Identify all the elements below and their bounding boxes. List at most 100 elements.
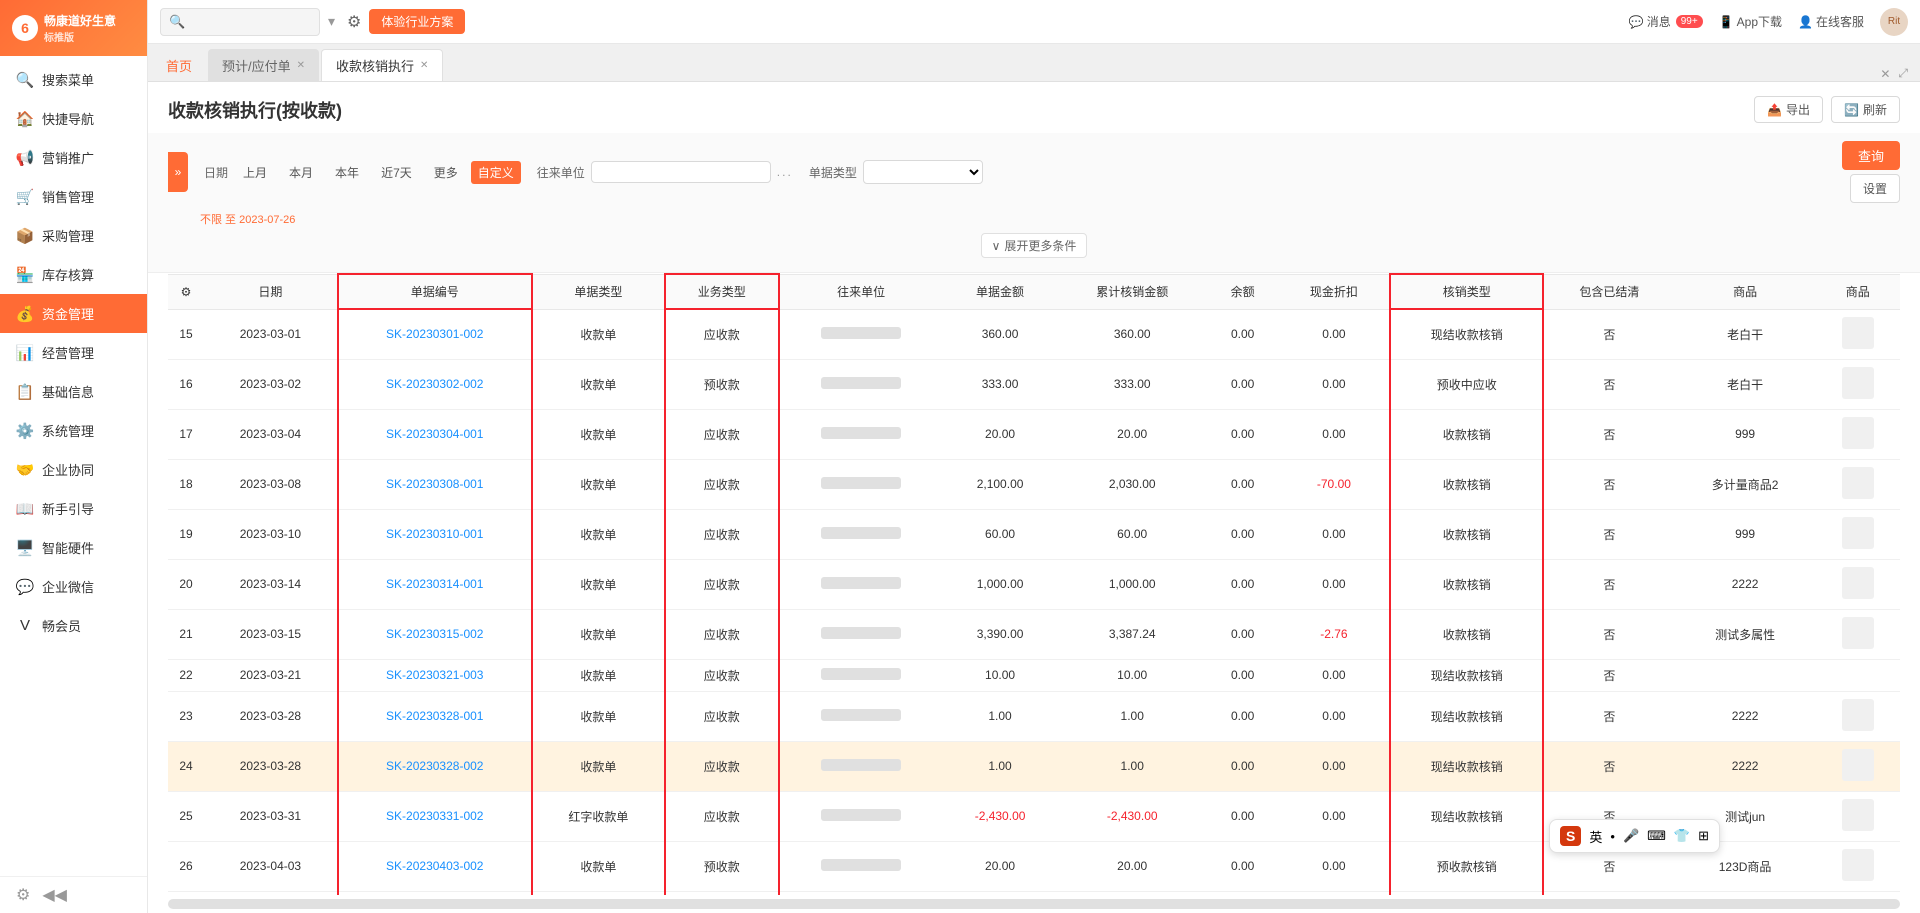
im-grid-icon[interactable]: ⊞: [1698, 828, 1709, 844]
sidebar-item-guide[interactable]: 📖新手引导: [0, 489, 147, 528]
tab-payable-close[interactable]: ✕: [297, 60, 305, 71]
sidebar-item-sales[interactable]: 🛒销售管理: [0, 177, 147, 216]
sidebar-item-purchase[interactable]: 📦采购管理: [0, 216, 147, 255]
filter-expand-arrow[interactable]: »: [168, 152, 188, 192]
sn-link[interactable]: SK-20230315-002: [386, 627, 483, 641]
expand-window-icon[interactable]: ⤢: [1898, 66, 1908, 81]
gear-icon[interactable]: ⚙: [347, 12, 361, 32]
sidebar-item-wechat[interactable]: 💬企业微信: [0, 567, 147, 606]
table-row: 16 2023-03-02 SK-20230302-002 收款单 预收款 33…: [168, 359, 1900, 409]
date-btn-custom[interactable]: 自定义: [471, 161, 521, 184]
th-biz-type[interactable]: 业务类型: [665, 274, 779, 309]
doc-type-select[interactable]: [863, 160, 983, 184]
solution-button[interactable]: 体验行业方案: [369, 9, 465, 34]
table-row: 21 2023-03-15 SK-20230315-002 收款单 应收款 3,…: [168, 609, 1900, 659]
cell-date: 2023-03-21: [204, 659, 338, 691]
sn-link[interactable]: SK-20230403-002: [386, 859, 483, 873]
th-doc-type[interactable]: 单据类型: [532, 274, 665, 309]
th-has-settled[interactable]: 包含已结清: [1543, 274, 1675, 309]
sidebar-item-operations[interactable]: 📊经营管理: [0, 333, 147, 372]
cell-discount: -2.76: [1278, 609, 1390, 659]
tab-home[interactable]: 首页: [152, 49, 206, 81]
tab-collection[interactable]: 收款核销执行 ✕: [321, 49, 443, 81]
sidebar-item-quick-nav[interactable]: 🏠快捷导航: [0, 99, 147, 138]
sn-link[interactable]: SK-20230304-001: [386, 427, 483, 441]
sn-link[interactable]: SK-20230331-002: [386, 809, 483, 823]
th-product[interactable]: 商品: [1675, 274, 1816, 309]
app-download-item[interactable]: 📱 App下载: [1719, 13, 1782, 30]
cell-sn: SK-20230302-002: [338, 359, 532, 409]
th-balance[interactable]: 余额: [1207, 274, 1278, 309]
im-item-ying[interactable]: 英: [1589, 827, 1602, 846]
cell-balance: 0.00: [1207, 459, 1278, 509]
cell-no: 23: [168, 691, 204, 741]
sn-link[interactable]: SK-20230302-002: [386, 377, 483, 391]
date-btn-last-month[interactable]: 上月: [234, 161, 276, 184]
basic-icon: 📋: [16, 383, 34, 401]
message-item[interactable]: 💬 消息 99+: [1629, 13, 1703, 30]
im-mic-icon[interactable]: 🎤: [1623, 828, 1639, 844]
cell-sn: SK-20230328-002: [338, 741, 532, 791]
th-partner[interactable]: 往来单位: [779, 274, 943, 309]
export-button[interactable]: 📤 导出: [1754, 96, 1823, 123]
dropdown-arrow-icon[interactable]: ▾: [328, 13, 335, 30]
th-write-off-type[interactable]: 核销类型: [1390, 274, 1543, 309]
th-sn[interactable]: 单据编号: [338, 274, 532, 309]
sidebar-item-hardware[interactable]: 🖥️智能硬件: [0, 528, 147, 567]
cell-discount: 0.00: [1278, 309, 1390, 359]
sidebar-item-basic[interactable]: 📋基础信息: [0, 372, 147, 411]
cell-product: 测试多属性: [1675, 609, 1816, 659]
cell-no: 19: [168, 509, 204, 559]
partner-dots[interactable]: ...: [777, 165, 793, 179]
sn-link[interactable]: SK-20230308-001: [386, 477, 483, 491]
query-button[interactable]: 查询: [1842, 141, 1900, 170]
th-discount[interactable]: 现金折扣: [1278, 274, 1390, 309]
th-date[interactable]: 日期: [204, 274, 338, 309]
sidebar-item-marketing[interactable]: 📢营销推广: [0, 138, 147, 177]
sidebar-item-search[interactable]: 🔍搜索菜单: [0, 60, 147, 99]
user-avatar[interactable]: Rit: [1880, 8, 1908, 36]
sn-link[interactable]: SK-20230321-003: [386, 668, 483, 682]
search-input[interactable]: [189, 15, 309, 29]
im-shirt-icon[interactable]: 👕: [1674, 828, 1690, 844]
refresh-button[interactable]: 🔄 刷新: [1831, 96, 1900, 123]
filter-area: » 日期 上月 本月 本年 近7天 更多 自定义 往来单位: [148, 133, 1920, 273]
table-row: 19 2023-03-10 SK-20230310-001 收款单 应收款 60…: [168, 509, 1900, 559]
sidebar-label-finance: 资金管理: [42, 304, 94, 323]
cell-write-off-type: 现结收款核销: [1390, 309, 1543, 359]
sn-link[interactable]: SK-20230328-002: [386, 759, 483, 773]
th-amount[interactable]: 单据金额: [943, 274, 1058, 309]
date-btn-this-year[interactable]: 本年: [326, 161, 368, 184]
sidebar-item-finance[interactable]: 💰资金管理: [0, 294, 147, 333]
tab-collection-close[interactable]: ✕: [420, 60, 428, 71]
th-settings[interactable]: ⚙: [168, 274, 204, 309]
im-keyboard-icon[interactable]: ⌨: [1647, 828, 1666, 844]
sn-link[interactable]: SK-20230310-001: [386, 527, 483, 541]
date-btn-7days[interactable]: 近7天: [372, 161, 421, 184]
settings-icon[interactable]: ⚙: [16, 885, 30, 905]
th-written-off[interactable]: 累计核销金额: [1057, 274, 1206, 309]
close-all-icon[interactable]: ✕: [1880, 67, 1890, 81]
collapse-icon[interactable]: ◀◀: [42, 885, 67, 905]
sn-link[interactable]: SK-20230314-001: [386, 577, 483, 591]
expand-more-button[interactable]: ∨ 展开更多条件: [981, 233, 1088, 258]
sidebar-item-system[interactable]: ⚙️系统管理: [0, 411, 147, 450]
table-wrap: ⚙ 日期 单据编号 单据类型 业务类型 往来单位 单据金额 累计核销金额 余额 …: [148, 273, 1920, 895]
sn-link[interactable]: SK-20230301-002: [386, 327, 483, 341]
sidebar-item-collab[interactable]: 🤝企业协同: [0, 450, 147, 489]
horizontal-scrollbar[interactable]: [168, 899, 1900, 909]
table-row: 22 2023-03-21 SK-20230321-003 收款单 应收款 10…: [168, 659, 1900, 691]
filter-settings-button[interactable]: 设置: [1850, 174, 1900, 203]
cell-product: 老白干: [1675, 359, 1816, 409]
sidebar-item-inventory[interactable]: 🏪库存核算: [0, 255, 147, 294]
date-btn-this-month[interactable]: 本月: [280, 161, 322, 184]
date-btn-more[interactable]: 更多: [425, 161, 467, 184]
online-service-item[interactable]: 👤 在线客服: [1798, 13, 1864, 30]
sn-link[interactable]: SK-20230328-001: [386, 709, 483, 723]
cell-product-img: [1815, 609, 1900, 659]
sidebar-item-member[interactable]: V畅会员: [0, 606, 147, 645]
tab-payable[interactable]: 预计/应付单 ✕: [208, 49, 319, 81]
th-product-img[interactable]: 商品: [1815, 274, 1900, 309]
partner-input[interactable]: [591, 161, 771, 183]
cell-partner: [779, 559, 943, 609]
